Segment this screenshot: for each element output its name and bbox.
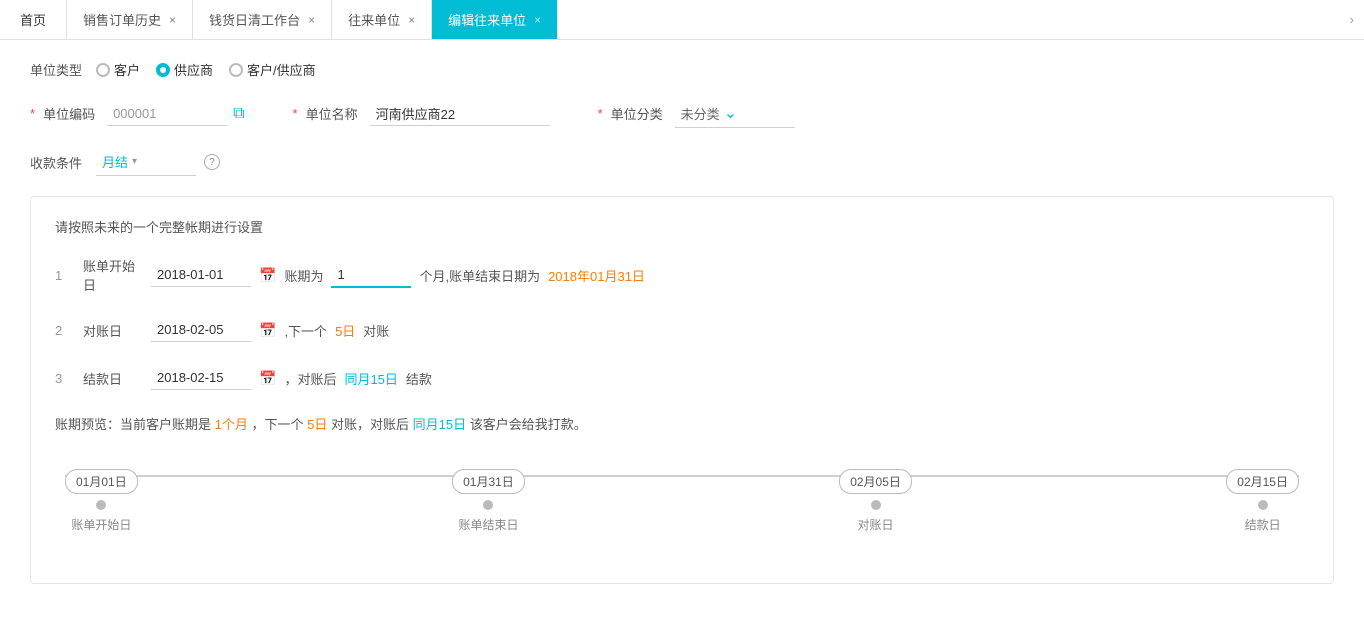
payment-condition-row: 收款条件 月结 ▾ ? [30,148,1334,176]
radio-supplier[interactable]: 供应商 [156,60,213,79]
reconcile-date-input[interactable] [151,318,251,342]
payment-date-input[interactable] [151,366,251,390]
tab-cash-work[interactable]: 钱货日清工作台 × [193,0,332,39]
tl-dot-2 [871,500,881,510]
timeline: 01月01日 账单开始日 01月31日 账单结束日 02月05日 对账日 02月… [65,453,1299,563]
reconcile-day-highlight: 5日 [335,321,355,340]
timeline-point-2: 02月05日 对账日 [839,469,912,533]
start-date-end-highlight: 2018年01月31日 [548,266,645,285]
row-label-3: 结款日 [83,369,143,388]
payment-date-calendar-icon[interactable]: 📅 [259,370,276,387]
radio-both[interactable]: 客户/供应商 [229,60,316,79]
radio-supplier-circle [156,63,170,77]
tab-partner[interactable]: 往来单位 × [332,0,432,39]
tab-nav-arrow[interactable]: › [1340,0,1364,39]
preview-text2: 对账，对账后 [331,417,409,432]
start-date-input[interactable] [151,263,251,287]
tab-sales-history[interactable]: 销售订单历史 × [67,0,193,39]
unit-name-input[interactable] [370,102,550,126]
tl-dot-1 [483,500,493,510]
name-required-star: * [293,106,298,121]
payment-text-2: 结款 [406,369,432,388]
row-num-3: 3 [55,371,75,386]
unit-code-group: * 单位编码 ⧉ [30,102,245,126]
preview-months: 1个月 [215,417,248,432]
reconcile-text-1: ,下一个 [284,321,327,340]
tl-label-3: 结款日 [1245,516,1281,533]
reconcile-date-calendar-icon[interactable]: 📅 [259,322,276,339]
period-row-3: 3 结款日 📅 ，对账后 同月15日 结款 [55,366,1309,390]
payment-day-highlight: 同月15日 [344,369,397,388]
payment-condition-arrow: ▾ [132,156,137,167]
tl-badge-2: 02月05日 [839,469,912,494]
row-num-2: 2 [55,323,75,338]
unit-type-row: 单位类型 客户 供应商 客户/供应商 [30,60,1334,79]
section-hint: 请按照未来的一个完整帐期进行设置 [55,217,1309,236]
unit-code-label: 单位编码 [43,104,95,123]
period-row-2: 2 对账日 📅 ,下一个 5日 对账 [55,318,1309,342]
unit-category-group: * 单位分类 未分类 ⌄ [598,99,795,128]
payment-condition-label: 收款条件 [30,153,82,172]
tl-dot-0 [96,500,106,510]
unit-code-input[interactable] [107,102,227,126]
preview-separator1: ，下一个 [252,417,304,432]
preview-day-teal: 同月15日 [413,417,466,432]
payment-condition-dropdown[interactable]: 月结 ▾ [96,148,196,176]
tab-edit-partner[interactable]: 编辑往来单位 × [432,0,558,39]
tab-bar: 首页 销售订单历史 × 钱货日清工作台 × 往来单位 × 编辑往来单位 × › [0,0,1364,40]
category-value: 未分类 [681,104,720,123]
code-name-category-row: * 单位编码 ⧉ * 单位名称 * 单位分类 未分类 ⌄ [30,99,1334,128]
reconcile-text-2: 对账 [363,321,389,340]
close-sales-history[interactable]: × [169,13,176,27]
category-required-star: * [598,106,603,121]
unit-name-label: 单位名称 [306,104,358,123]
tab-home[interactable]: 首页 [0,0,67,39]
radio-customer-circle [96,63,110,77]
tl-label-1: 账单结束日 [458,516,518,533]
period-num-input[interactable] [331,263,411,288]
period-section: 请按照未来的一个完整帐期进行设置 1 账单开始日 📅 账期为 个月,账单结束日期… [30,196,1334,584]
tl-label-2: 对账日 [858,516,894,533]
period-text-months: 个月,账单结束日期为 [419,266,540,285]
radio-both-circle [229,63,243,77]
code-required-star: * [30,106,35,121]
unit-name-group: * 单位名称 [293,102,550,126]
timeline-point-1: 01月31日 账单结束日 [452,469,525,533]
unit-type-label: 单位类型 [30,60,82,79]
preview-label: 账期预览：当前客户账期是 [55,417,211,432]
main-content: 单位类型 客户 供应商 客户/供应商 * 单位编码 ⧉ * 单位名称 [0,40,1364,620]
unit-category-dropdown[interactable]: 未分类 ⌄ [675,99,795,128]
timeline-point-0: 01月01日 账单开始日 [65,469,138,533]
start-date-calendar-icon[interactable]: 📅 [259,267,276,284]
period-text-suffix-before-1: 账期为 [284,266,323,285]
preview-ending: 该客户会给我打款。 [470,417,587,432]
tl-badge-0: 01月01日 [65,469,138,494]
preview-day-orange: 5日 [307,417,327,432]
category-dropdown-arrow: ⌄ [724,103,737,123]
close-edit-partner[interactable]: × [534,13,541,27]
close-cash-work[interactable]: × [308,13,315,27]
help-icon[interactable]: ? [204,154,220,170]
tl-badge-1: 01月31日 [452,469,525,494]
tl-badge-3: 02月15日 [1226,469,1299,494]
radio-group: 客户 供应商 客户/供应商 [96,60,316,79]
tl-label-0: 账单开始日 [71,516,131,533]
unit-category-label: 单位分类 [611,104,663,123]
close-partner[interactable]: × [408,13,415,27]
timeline-point-3: 02月15日 结款日 [1226,469,1299,533]
payment-text-1: ，对账后 [284,369,336,388]
copy-icon[interactable]: ⧉ [233,105,244,123]
tl-dot-3 [1258,500,1268,510]
timeline-points: 01月01日 账单开始日 01月31日 账单结束日 02月05日 对账日 02月… [65,469,1299,533]
row-num-1: 1 [55,268,75,283]
payment-condition-value: 月结 [102,152,128,171]
row-label-1: 账单开始日 [83,256,143,294]
preview-text: 账期预览：当前客户账期是 1个月 ，下一个 5日 对账，对账后 同月15日 该客… [55,414,1309,433]
period-row-1: 1 账单开始日 📅 账期为 个月,账单结束日期为 2018年01月31日 [55,256,1309,294]
radio-customer[interactable]: 客户 [96,60,140,79]
row-label-2: 对账日 [83,321,143,340]
